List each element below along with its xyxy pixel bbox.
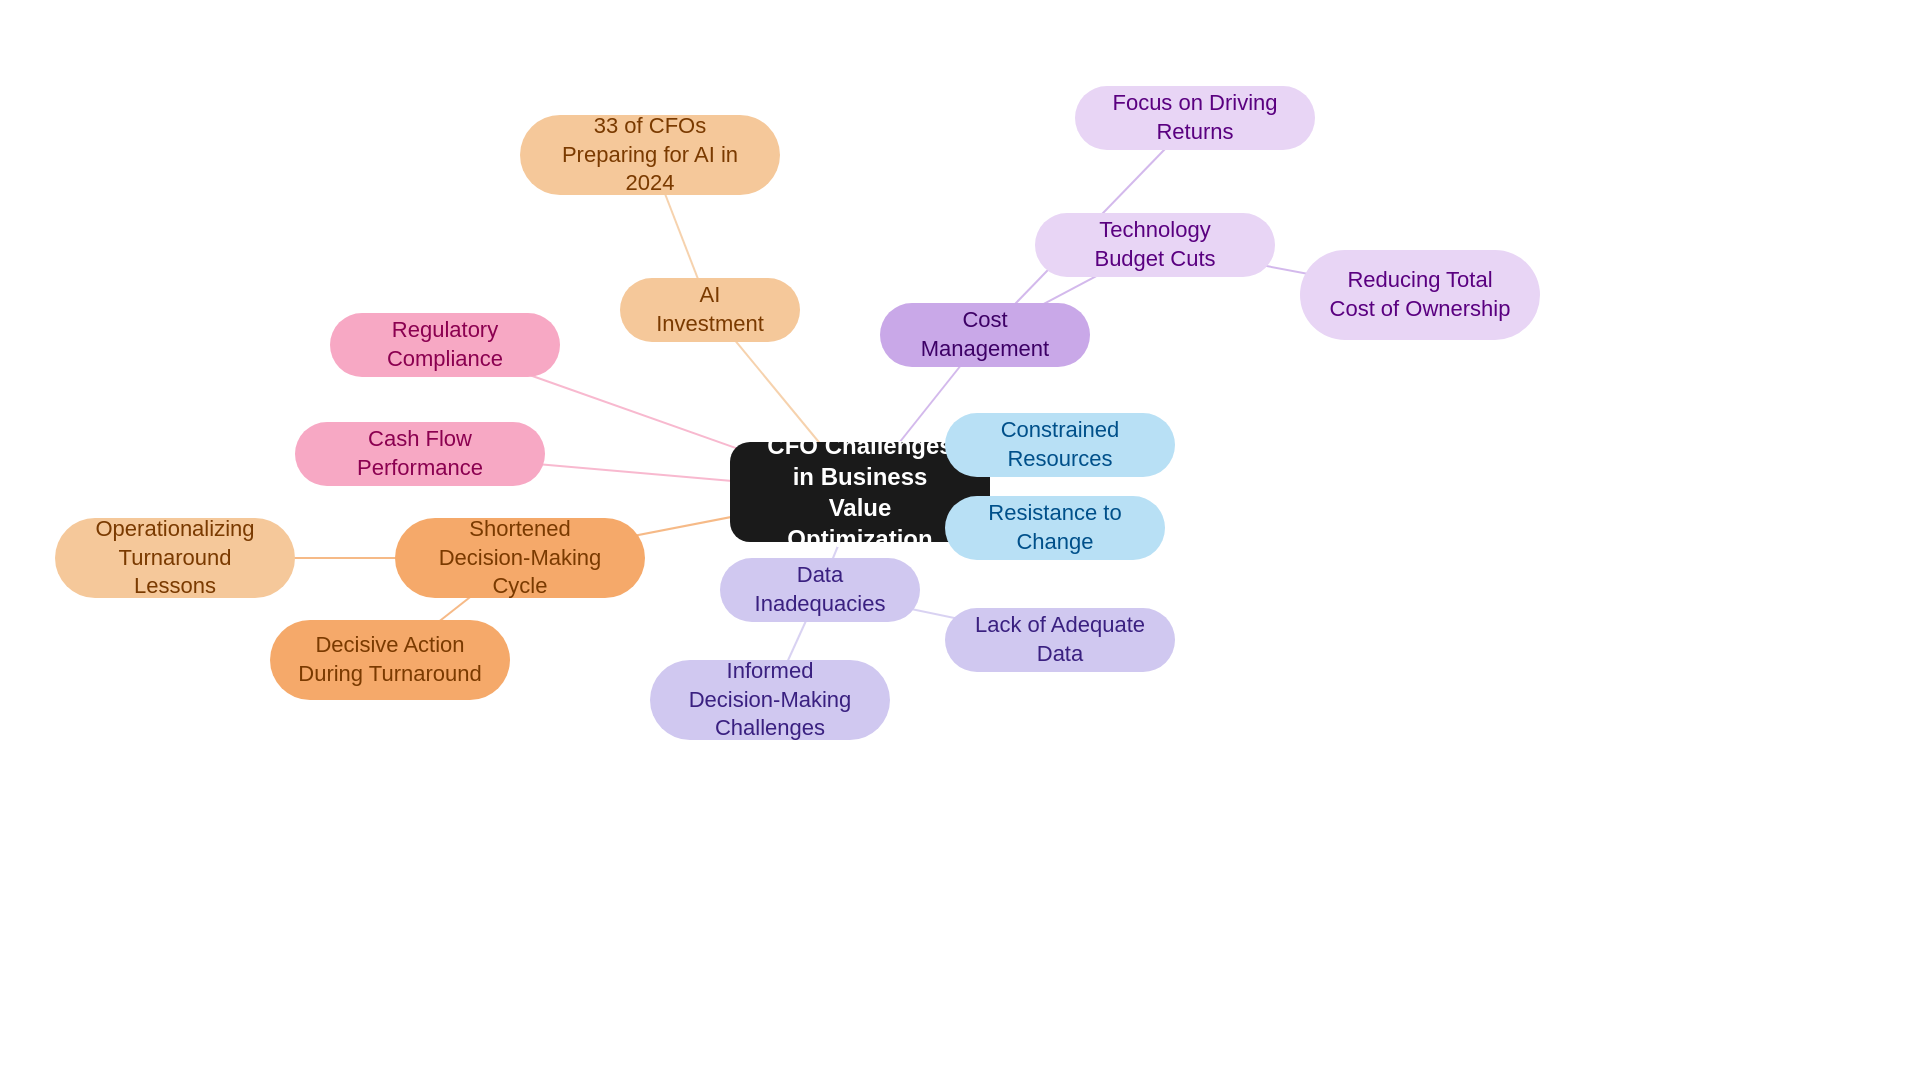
regulatory-compliance-node[interactable]: Regulatory Compliance	[330, 313, 560, 377]
operationalizing-node[interactable]: Operationalizing Turnaround Lessons	[55, 518, 295, 598]
cash-flow-performance-node[interactable]: Cash Flow Performance	[295, 422, 545, 486]
data-inadequacies-node[interactable]: Data Inadequacies	[720, 558, 920, 622]
cost-management-node[interactable]: Cost Management	[880, 303, 1090, 367]
cfo-preparing-node[interactable]: 33 of CFOs Preparing for AI in 2024	[520, 115, 780, 195]
constrained-resources-node[interactable]: Constrained Resources	[945, 413, 1175, 477]
technology-budget-node[interactable]: Technology Budget Cuts	[1035, 213, 1275, 277]
shortened-decision-node[interactable]: Shortened Decision-Making Cycle	[395, 518, 645, 598]
ai-investment-node[interactable]: AI Investment	[620, 278, 800, 342]
lack-adequate-data-node[interactable]: Lack of Adequate Data	[945, 608, 1175, 672]
focus-driving-returns-node[interactable]: Focus on Driving Returns	[1075, 86, 1315, 150]
decisive-action-node[interactable]: Decisive Action During Turnaround	[270, 620, 510, 700]
informed-decision-node[interactable]: Informed Decision-Making Challenges	[650, 660, 890, 740]
reducing-total-cost-node[interactable]: Reducing Total Cost of Ownership	[1300, 250, 1540, 340]
resistance-to-change-node[interactable]: Resistance to Change	[945, 496, 1165, 560]
